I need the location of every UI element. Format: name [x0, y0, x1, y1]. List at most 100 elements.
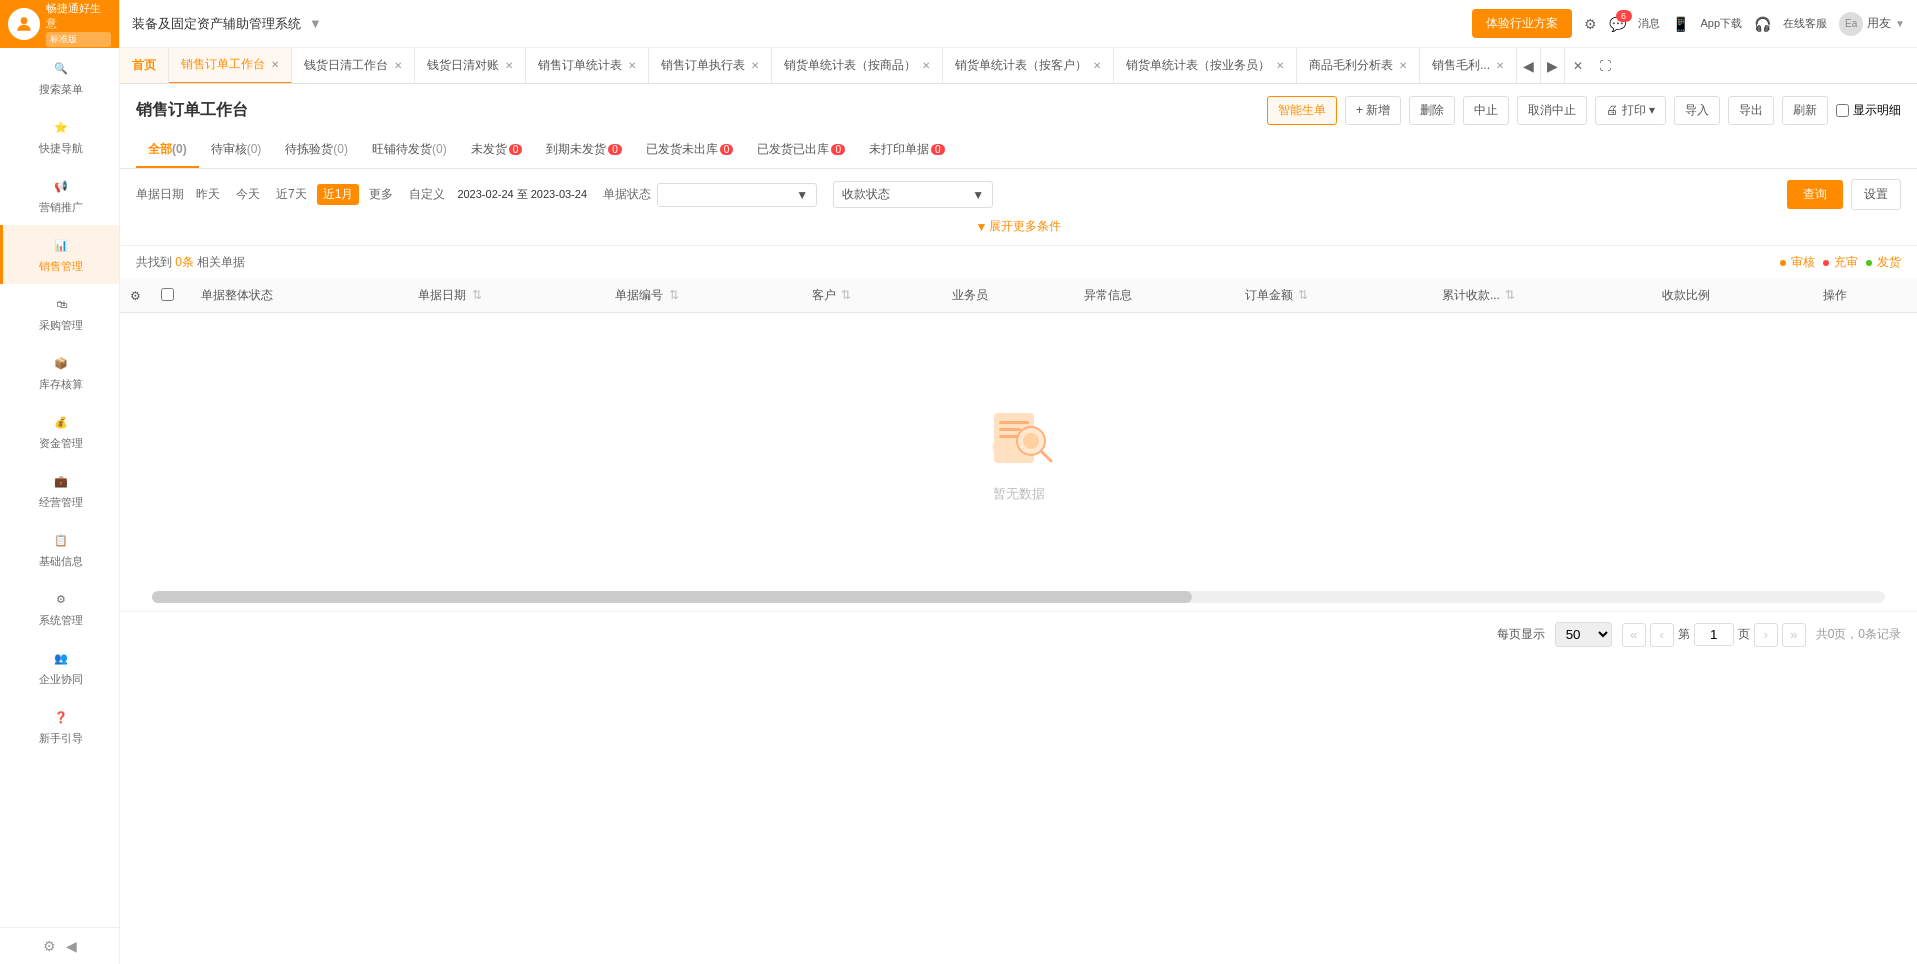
- tab-sales-gross[interactable]: 销售毛利... ✕: [1420, 48, 1517, 84]
- tab-gross-analysis[interactable]: 商品毛利分析表 ✕: [1297, 48, 1420, 84]
- tab-goods-stats-staff[interactable]: 销货单统计表（按业务员） ✕: [1114, 48, 1297, 84]
- tab-cash-daily-close[interactable]: ✕: [394, 60, 402, 71]
- tab-sales-stats[interactable]: 销售订单统计表 ✕: [526, 48, 649, 84]
- stop-btn[interactable]: 中止: [1463, 96, 1509, 125]
- col-checkbox[interactable]: [151, 279, 191, 313]
- tab-sales-exec-close[interactable]: ✕: [751, 60, 759, 71]
- sidebar-item-basic[interactable]: 📋 基础信息: [0, 520, 119, 579]
- tabs-next-btn[interactable]: ▶: [1541, 48, 1565, 84]
- tab-sales-stats-close[interactable]: ✕: [628, 60, 636, 71]
- sidebar-item-operations[interactable]: 💼 经营管理: [0, 461, 119, 520]
- query-btn[interactable]: 查询: [1787, 180, 1843, 209]
- sidebar-item-search[interactable]: 🔍 搜索菜单: [0, 48, 119, 107]
- horizontal-scrollbar[interactable]: [152, 591, 1885, 603]
- tab-goods-stats-customer-close[interactable]: ✕: [1093, 60, 1101, 71]
- tab-goods-stats-product[interactable]: 销货单统计表（按商品） ✕: [772, 48, 943, 84]
- bulk-review-btn[interactable]: 审核: [1780, 254, 1815, 271]
- pagination-nav: « ‹ 第 页 › »: [1622, 623, 1806, 647]
- tab-sales-exec[interactable]: 销售订单执行表 ✕: [649, 48, 772, 84]
- sidebar-item-finance[interactable]: 💰 资金管理: [0, 402, 119, 461]
- print-btn[interactable]: 🖨 打印 ▾: [1595, 96, 1666, 125]
- tab-goods-stats-product-close[interactable]: ✕: [922, 60, 930, 71]
- tab-sales-workbench[interactable]: 销售订单工作台 ✕: [169, 48, 292, 84]
- expand-conditions-btn[interactable]: ▼ 展开更多条件: [976, 218, 1062, 235]
- user-menu[interactable]: Ea 用友 ▼: [1839, 12, 1905, 36]
- cancel-stop-btn[interactable]: 取消中止: [1517, 96, 1587, 125]
- date-btn-1month[interactable]: 近1月: [317, 184, 360, 205]
- add-btn[interactable]: + 新增: [1345, 96, 1401, 125]
- sidebar-item-enterprise[interactable]: 👥 企业协同: [0, 638, 119, 697]
- bulk-cancel-review-btn[interactable]: 充审: [1823, 254, 1858, 271]
- tab-goods-stats-customer[interactable]: 销货单统计表（按客户） ✕: [943, 48, 1114, 84]
- smart-create-btn[interactable]: 智能生单: [1267, 96, 1337, 125]
- per-page-select[interactable]: 50 100 200: [1555, 622, 1612, 647]
- sub-tab-shipped-not-out[interactable]: 已发货未出库0: [634, 133, 746, 168]
- sub-tab-overdue-not-shipped[interactable]: 到期未发货0: [534, 133, 634, 168]
- sidebar-item-purchase[interactable]: 🛍 采购管理: [0, 284, 119, 343]
- sidebar-label-enterprise: 企业协同: [39, 672, 83, 687]
- pagination-last-btn[interactable]: »: [1782, 623, 1806, 647]
- col-settings[interactable]: ⚙: [120, 279, 151, 313]
- filter-status-select[interactable]: ▼: [657, 183, 817, 207]
- pagination-next-btn[interactable]: ›: [1754, 623, 1778, 647]
- tab-sales-workbench-close[interactable]: ✕: [271, 59, 279, 70]
- date-btn-yesterday[interactable]: 昨天: [190, 184, 226, 205]
- refresh-btn[interactable]: 刷新: [1782, 96, 1828, 125]
- tabs-prev-btn[interactable]: ◀: [1517, 48, 1541, 84]
- sidebar-label-purchase: 采购管理: [39, 318, 83, 333]
- show-detail-input[interactable]: [1836, 104, 1849, 117]
- app-download-btn[interactable]: 📱: [1672, 16, 1689, 32]
- select-all-checkbox[interactable]: [161, 288, 174, 301]
- date-btn-7days[interactable]: 近7天: [270, 184, 313, 205]
- export-btn[interactable]: 导出: [1728, 96, 1774, 125]
- col-amount[interactable]: 订单金额 ⇅: [1235, 279, 1432, 313]
- sub-tab-shipped-out[interactable]: 已发货已出库0: [745, 133, 857, 168]
- sub-tab-pending-review[interactable]: 待审核(0): [199, 133, 274, 168]
- tab-goods-stats-staff-close[interactable]: ✕: [1276, 60, 1284, 71]
- collapse-icon[interactable]: ◀: [66, 938, 77, 954]
- sidebar-label-inventory: 库存核算: [39, 377, 83, 392]
- sidebar-item-sales[interactable]: 📊 销售管理: [0, 225, 119, 284]
- import-btn[interactable]: 导入: [1674, 96, 1720, 125]
- scrollbar-thumb[interactable]: [152, 591, 1192, 603]
- sidebar-item-marketing[interactable]: 📢 营销推广: [0, 166, 119, 225]
- industry-btn[interactable]: 体验行业方案: [1472, 9, 1572, 38]
- pagination-prev-btn[interactable]: ‹: [1650, 623, 1674, 647]
- pagination-first-btn[interactable]: «: [1622, 623, 1646, 647]
- sub-tab-wangpu-pending[interactable]: 旺铺待发货(0): [360, 133, 459, 168]
- col-customer[interactable]: 客户 ⇅: [802, 279, 942, 313]
- sidebar-item-guide[interactable]: ❓ 新手引导: [0, 697, 119, 756]
- online-service-btn[interactable]: 🎧: [1754, 16, 1771, 32]
- show-detail-checkbox[interactable]: 显示明细: [1836, 102, 1901, 119]
- delete-btn[interactable]: 删除: [1409, 96, 1455, 125]
- col-number[interactable]: 单据编号 ⇅: [605, 279, 802, 313]
- tab-gross-analysis-close[interactable]: ✕: [1399, 60, 1407, 71]
- sub-tab-all[interactable]: 全部(0): [136, 133, 199, 168]
- sub-tab-not-printed[interactable]: 未打印单据0: [857, 133, 957, 168]
- tab-home[interactable]: 首页: [120, 48, 169, 84]
- col-received[interactable]: 累计收款... ⇅: [1432, 279, 1652, 313]
- filter-settings-btn[interactable]: 设置: [1851, 179, 1901, 210]
- pagination-page-input[interactable]: [1694, 623, 1734, 646]
- sub-tab-not-shipped[interactable]: 未发货0: [459, 133, 535, 168]
- sidebar-item-quick-nav[interactable]: ⭐ 快捷导航: [0, 107, 119, 166]
- tab-cash-daily[interactable]: 钱货日清工作台 ✕: [292, 48, 415, 84]
- tabs-maximize-btn[interactable]: ⛶: [1591, 48, 1619, 84]
- topbar-dropdown-icon[interactable]: ▼: [309, 16, 322, 31]
- sidebar-item-inventory[interactable]: 📦 库存核算: [0, 343, 119, 402]
- sub-tab-pending-inspection[interactable]: 待拣验货(0): [273, 133, 360, 168]
- settings-topbar-btn[interactable]: ⚙: [1584, 16, 1597, 32]
- tab-reconcile-close[interactable]: ✕: [505, 60, 513, 71]
- message-btn[interactable]: 💬 6: [1609, 16, 1626, 32]
- settings-footer-icon[interactable]: ⚙: [43, 938, 56, 954]
- date-btn-custom[interactable]: 自定义: [403, 184, 451, 205]
- date-btn-today[interactable]: 今天: [230, 184, 266, 205]
- date-btn-more[interactable]: 更多: [363, 184, 399, 205]
- tab-reconcile[interactable]: 钱货日清对账 ✕: [415, 48, 526, 84]
- bulk-ship-btn[interactable]: 发货: [1866, 254, 1901, 271]
- col-date[interactable]: 单据日期 ⇅: [408, 279, 605, 313]
- tab-sales-gross-close[interactable]: ✕: [1496, 60, 1504, 71]
- filter-payment-select[interactable]: 收款状态 ▼: [833, 181, 993, 208]
- tabs-close-all-btn[interactable]: ✕: [1565, 48, 1591, 84]
- sidebar-item-system[interactable]: ⚙ 系统管理: [0, 579, 119, 638]
